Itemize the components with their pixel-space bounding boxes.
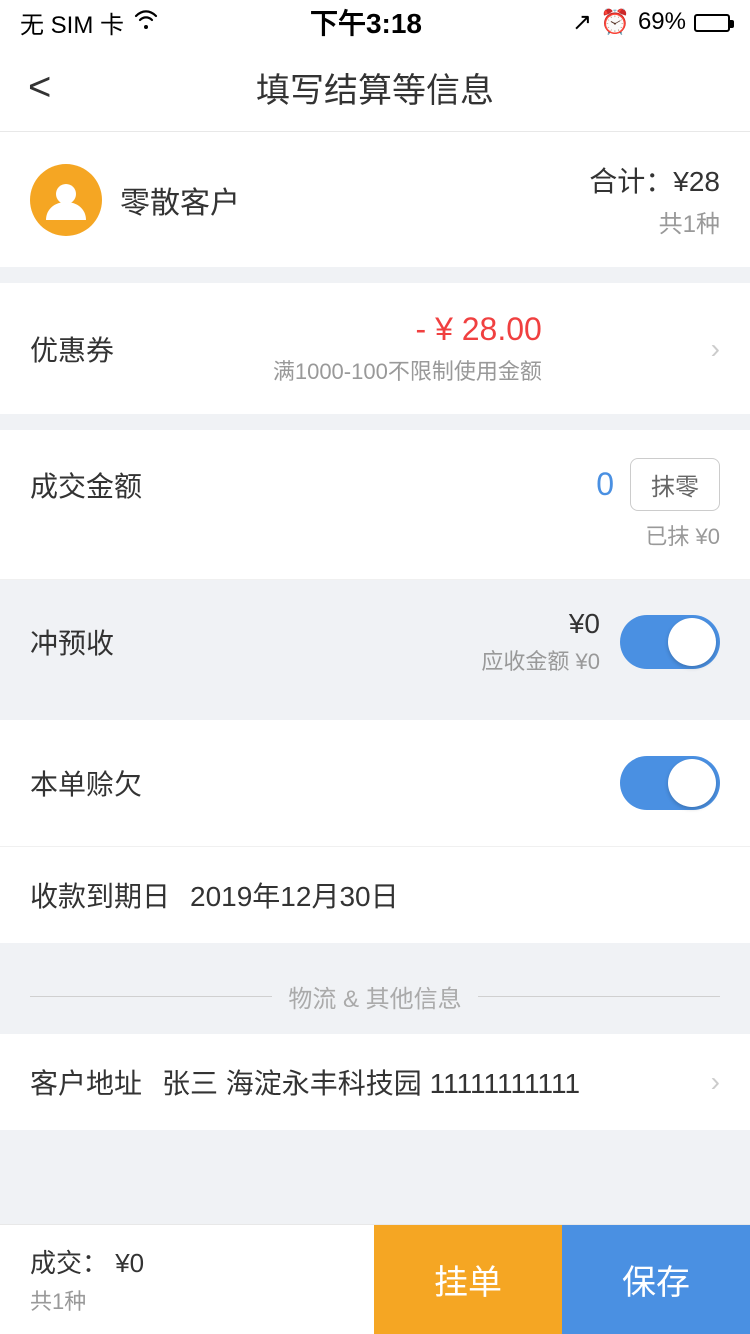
- logistics-label: 物流 & 其他信息: [272, 979, 477, 1014]
- customer-left: 零散客户: [30, 164, 240, 236]
- coupon-sub: 满1000-100不限制使用金额: [273, 354, 542, 386]
- amount-label: 成交金额: [30, 465, 142, 505]
- bottom-bar: 成交： ¥0 共1种 挂单 保存: [0, 1224, 750, 1334]
- battery-percent: 69%: [638, 8, 686, 36]
- nav-bar: < 填写结算等信息: [0, 44, 750, 132]
- customer-name: 零散客户: [120, 178, 240, 222]
- status-right: ↗ ⏰ 69%: [572, 8, 730, 37]
- bottom-count-label: 共1种: [30, 1284, 344, 1316]
- location-icon: ↗: [572, 8, 592, 37]
- customer-right: 合计：¥28 共1种: [589, 160, 720, 239]
- prepay-sub: 应收金额 ¥0: [481, 644, 600, 676]
- due-date-label: 收款到期日: [30, 875, 170, 915]
- status-time: 下午3:18: [310, 2, 422, 42]
- total-label: 合计：¥28: [589, 160, 720, 200]
- divider-2: [0, 414, 750, 430]
- coupon-chevron-icon: ›: [711, 333, 720, 365]
- due-date-row[interactable]: 收款到期日 2019年12月30日: [0, 846, 750, 943]
- amount-sub: 已抹 ¥0: [645, 519, 720, 551]
- address-value: 张三 海淀永丰科技园 11111111111: [162, 1062, 701, 1102]
- prepay-right: ¥0 应收金额 ¥0: [481, 608, 720, 676]
- coupon-label: 优惠券: [30, 329, 114, 369]
- address-row[interactable]: 客户地址 张三 海淀永丰科技园 11111111111 ›: [0, 1034, 750, 1130]
- customer-row: 零散客户 合计：¥28 共1种: [0, 132, 750, 267]
- prepay-toggle[interactable]: [620, 615, 720, 669]
- coupon-section: 优惠券 - ¥ 28.00 满1000-100不限制使用金额 ›: [0, 283, 750, 414]
- bottom-deal-label: 成交： ¥0: [30, 1243, 344, 1280]
- save-button[interactable]: 保存: [562, 1225, 750, 1334]
- logistics-header: 物流 & 其他信息: [0, 959, 750, 1034]
- battery-icon: [694, 8, 730, 36]
- debt-toggle-knob: [668, 759, 716, 807]
- divider-1: [0, 267, 750, 283]
- back-button[interactable]: <: [28, 65, 51, 110]
- amount-sub-row: 已抹 ¥0: [30, 519, 720, 551]
- status-left: 无 SIM 卡: [20, 5, 160, 40]
- prepay-row: 冲预收 ¥0 应收金额 ¥0: [0, 579, 750, 704]
- no-sim-text: 无 SIM 卡: [20, 5, 124, 40]
- wifi-icon: [132, 8, 160, 36]
- coupon-value: - ¥ 28.00: [416, 311, 542, 348]
- coupon-row[interactable]: 优惠券 - ¥ 28.00 满1000-100不限制使用金额 ›: [0, 283, 750, 414]
- round-button[interactable]: 抹零: [630, 458, 720, 511]
- divider-4: [0, 943, 750, 959]
- content-area: 零散客户 合计：¥28 共1种 优惠券 - ¥ 28.00 满1000-100不…: [0, 132, 750, 1266]
- prepay-value-col: ¥0 应收金额 ¥0: [481, 608, 600, 676]
- toggle-knob: [668, 618, 716, 666]
- page-title: 填写结算等信息: [256, 63, 494, 112]
- divider-5: [0, 1130, 750, 1146]
- prepay-label: 冲预收: [30, 622, 114, 662]
- debt-row: 本单赊欠: [0, 720, 750, 846]
- total-count: 共1种: [589, 204, 720, 239]
- amount-row: 成交金额 0 抹零: [30, 458, 720, 511]
- debt-label: 本单赊欠: [30, 763, 142, 803]
- debt-toggle[interactable]: [620, 756, 720, 810]
- amount-right: 0 抹零: [596, 458, 720, 511]
- amount-value: 0: [596, 466, 614, 503]
- divider-3: [0, 704, 750, 720]
- customer-avatar: [30, 164, 102, 236]
- address-label: 客户地址: [30, 1062, 142, 1102]
- hang-order-button[interactable]: 挂单: [374, 1225, 562, 1334]
- status-bar: 无 SIM 卡 下午3:18 ↗ ⏰ 69%: [0, 0, 750, 44]
- due-date-value: 2019年12月30日: [190, 875, 399, 915]
- logistics-line-right: [478, 996, 720, 997]
- coupon-right: - ¥ 28.00 满1000-100不限制使用金额: [273, 311, 542, 386]
- alarm-icon: ⏰: [600, 8, 630, 37]
- logistics-line-left: [30, 996, 272, 997]
- amount-section: 成交金额 0 抹零 已抹 ¥0: [0, 430, 750, 579]
- prepay-value: ¥0: [481, 608, 600, 640]
- bottom-info: 成交： ¥0 共1种: [0, 1243, 374, 1316]
- address-chevron-icon: ›: [711, 1066, 720, 1098]
